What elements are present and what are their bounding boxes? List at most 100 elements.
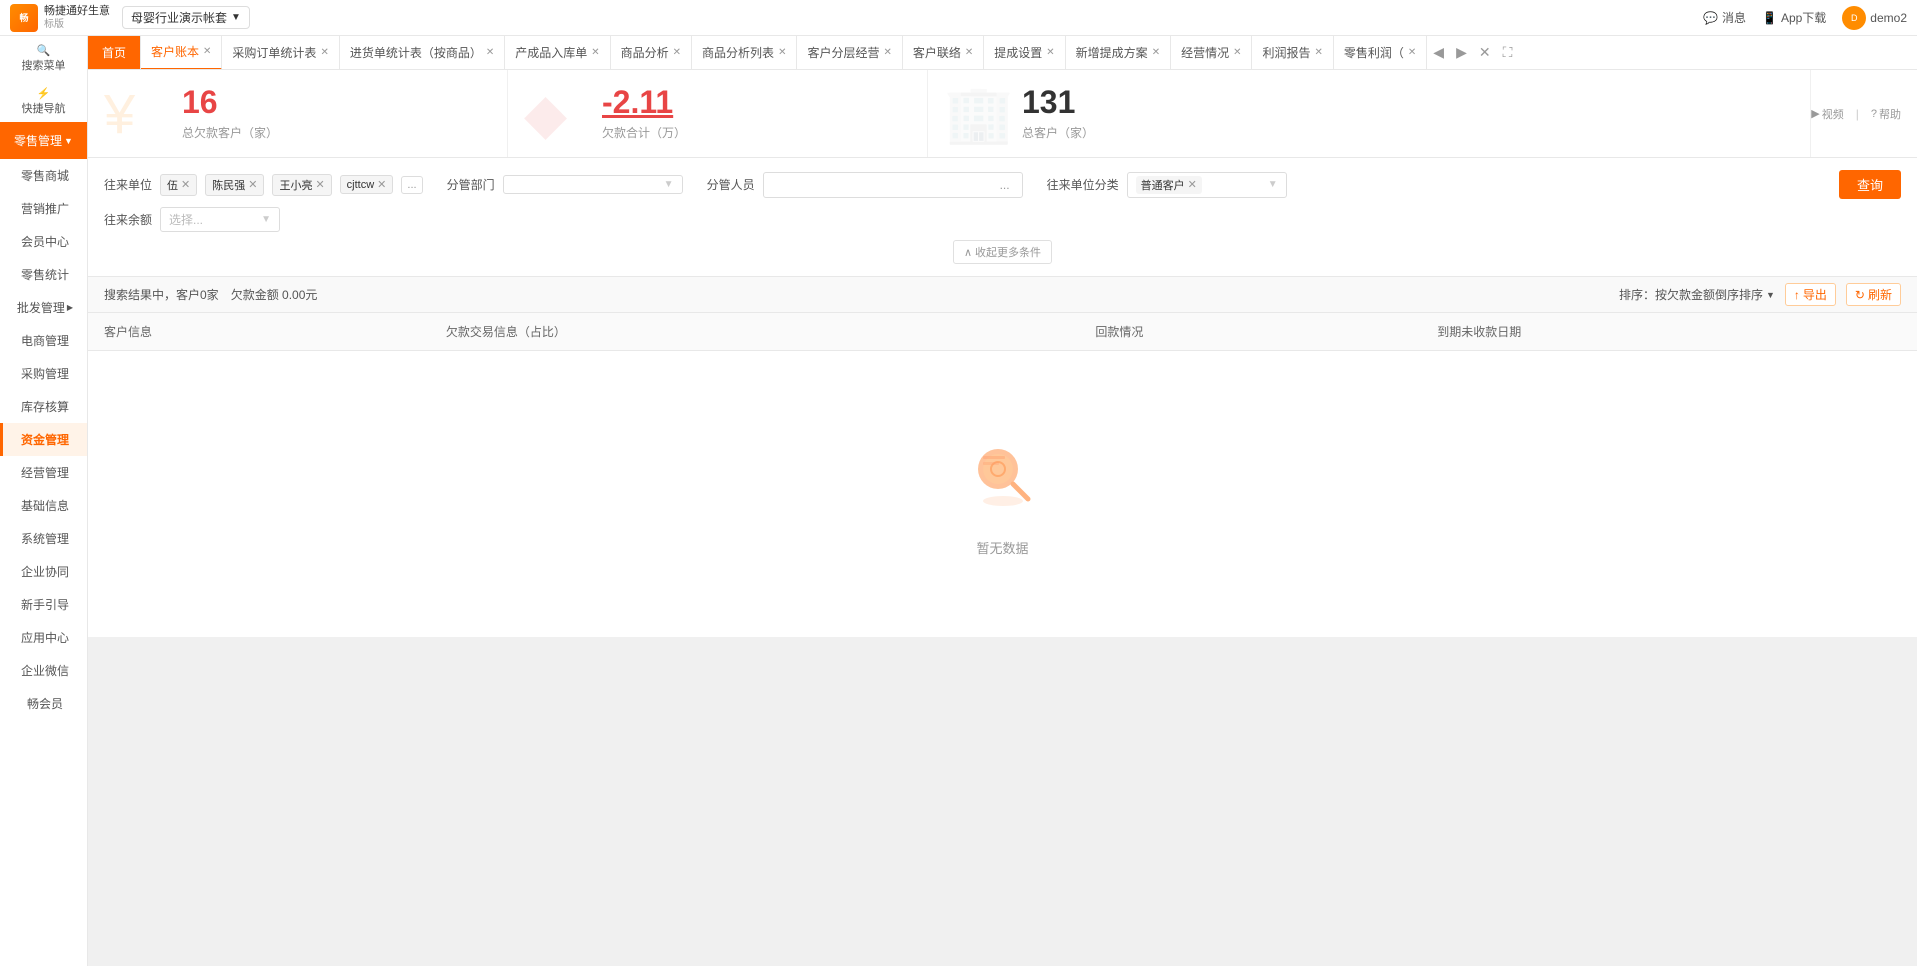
tab-purchase-orders[interactable]: 采购订单统计表 ✕ xyxy=(222,36,339,70)
tab-close-reminder[interactable]: ✕ xyxy=(1046,47,1054,58)
sidebar-item-ecommerce[interactable]: 电商管理 xyxy=(0,324,87,357)
tab-close-retail-profit[interactable]: ✕ xyxy=(1408,47,1416,58)
sidebar-item-basic-info[interactable]: 基础信息 xyxy=(0,489,87,522)
sidebar-item-capital[interactable]: 资金管理 xyxy=(0,423,87,456)
filter-tag-0: 伍 ✕ xyxy=(160,174,197,196)
top-bar: 畅 畅捷通好生意 标版 母婴行业演示帐套 ▼ 💬 消息 📱 App下载 D xyxy=(0,0,1917,36)
sidebar-item-retail-mall[interactable]: 零售商城 xyxy=(0,159,87,192)
amount-selector[interactable]: 选择... ▼ xyxy=(160,207,280,232)
tab-close-cost[interactable]: ✕ xyxy=(591,47,599,58)
empty-text: 暂无数据 xyxy=(976,538,1028,557)
tab-prev-btn[interactable]: ◀ xyxy=(1427,44,1450,61)
tab-close-product-analysis-list[interactable]: ✕ xyxy=(778,47,786,58)
message-btn[interactable]: 💬 消息 xyxy=(1703,9,1746,26)
dept-label: 分管部门 xyxy=(447,176,495,193)
tab-maximize-btn[interactable]: ⛶ xyxy=(1497,44,1519,61)
filter-area: 往来单位 伍 ✕ 陈民强 ✕ 王小亮 ✕ xyxy=(88,158,1917,277)
sidebar-quick-nav[interactable]: ⚡ 快捷导航 xyxy=(0,81,87,122)
video-btn[interactable]: ▶ 视频 xyxy=(1811,106,1843,122)
person-dots[interactable]: ... xyxy=(996,176,1014,194)
sidebar-section-retail: 零售管理 ▼ xyxy=(0,122,87,159)
tab-close-customers[interactable]: ✕ xyxy=(203,46,211,57)
table-header-row: 客户信息 欠款交易信息（占比） 回款情况 到期未收款日期 xyxy=(88,313,1917,351)
unit-class-selector[interactable]: 普通客户 ✕ ▼ xyxy=(1127,172,1287,198)
sidebar-item-wholesale-mgmt[interactable]: 批发管理 ▶ xyxy=(0,291,87,324)
chevron-icon: ▼ xyxy=(64,136,73,146)
no-data-svg xyxy=(963,431,1043,511)
tab-close-business[interactable]: ✕ xyxy=(1233,47,1241,58)
tab-next-btn[interactable]: ▶ xyxy=(1450,44,1473,61)
unit-class-tag: 普通客户 ✕ xyxy=(1136,176,1202,194)
sidebar-search[interactable]: 🔍 搜索菜单 xyxy=(0,36,87,81)
filter-tag-1: 陈民强 ✕ xyxy=(205,174,264,196)
refresh-btn[interactable]: ↻ 刷新 xyxy=(1846,283,1901,306)
tab-cost-inbound[interactable]: 产成品入库单 ✕ xyxy=(505,36,610,70)
tab-close-product-analysis[interactable]: ✕ xyxy=(673,47,681,58)
remove-tag-0[interactable]: ✕ xyxy=(181,178,190,191)
sidebar-item-vip-member[interactable]: 畅会员 xyxy=(0,687,87,720)
person-label: 分管人员 xyxy=(707,176,755,193)
tab-retail-profit[interactable]: 零售利润（ ✕ xyxy=(1334,36,1427,70)
col-debt-info: 欠款交易信息（占比） xyxy=(430,313,1080,351)
sidebar-item-enterprise-coop[interactable]: 企业协同 xyxy=(0,555,87,588)
tab-customer-segment[interactable]: 客户分层经营 ✕ xyxy=(797,36,902,70)
app-download-btn[interactable]: 📱 App下载 xyxy=(1762,9,1826,26)
sidebar-item-app-center[interactable]: 应用中心 xyxy=(0,621,87,654)
tab-bar: 首页 客户账本 ✕ 采购订单统计表 ✕ 进货单统计表（按商品） ✕ 产成品入库单… xyxy=(88,36,1917,70)
sidebar-item-member-center[interactable]: 会员中心 xyxy=(0,225,87,258)
sidebar-item-purchase[interactable]: 采购管理 xyxy=(0,357,87,390)
tab-close-inbound[interactable]: ✕ xyxy=(486,47,494,58)
tab-close-all-btn[interactable]: ✕ xyxy=(1473,44,1497,61)
tab-close-new-plan[interactable]: ✕ xyxy=(1152,47,1160,58)
sidebar-item-inventory[interactable]: 库存核算 xyxy=(0,390,87,423)
sidebar-item-marketing[interactable]: 营销推广 xyxy=(0,192,87,225)
sort-chevron-icon: ▼ xyxy=(1766,290,1775,300)
tab-home[interactable]: 首页 xyxy=(88,36,141,70)
play-icon: ▶ xyxy=(1811,107,1819,120)
export-btn[interactable]: ↑ 导出 xyxy=(1785,283,1836,306)
refresh-icon: ↻ xyxy=(1855,288,1865,302)
collapse-btn[interactable]: ∧ 收起更多条件 xyxy=(953,240,1052,264)
tab-product-analysis[interactable]: 商品分析 ✕ xyxy=(611,36,692,70)
person-input[interactable]: ... xyxy=(763,172,1023,198)
tab-business-status[interactable]: 经营情况 ✕ xyxy=(1171,36,1252,70)
remove-tag-2[interactable]: ✕ xyxy=(315,178,324,191)
dept-selector[interactable]: ▼ xyxy=(503,175,683,194)
filter-more-tags[interactable]: ... xyxy=(401,176,422,194)
logo-text: 畅捷通好生意 标版 xyxy=(44,4,110,31)
help-btn[interactable]: ? 帮助 xyxy=(1871,106,1901,122)
page-content: ¥ 16 总欠款客户（家） ◆ -2.11 欠款合计（万） xyxy=(88,70,1917,966)
help-icon: ? xyxy=(1871,108,1877,120)
query-button[interactable]: 查询 xyxy=(1839,170,1901,199)
tab-profit-report[interactable]: 利润报告 ✕ xyxy=(1252,36,1333,70)
user-profile[interactable]: D demo2 xyxy=(1842,6,1907,30)
sort-selector[interactable]: 排序：按欠款金额倒序排序 ▼ xyxy=(1619,286,1775,303)
tab-close-customer-segment[interactable]: ✕ xyxy=(883,47,891,58)
tab-customer-contact[interactable]: 客户联络 ✕ xyxy=(903,36,984,70)
tab-close-purchase-orders[interactable]: ✕ xyxy=(320,47,328,58)
sidebar-item-operations[interactable]: 经营管理 xyxy=(0,456,87,489)
tab-customers[interactable]: 客户账本 ✕ xyxy=(141,36,222,70)
stat-card-debt-total: ◆ -2.11 欠款合计（万） xyxy=(508,70,928,157)
tab-reminder-settings[interactable]: 提成设置 ✕ xyxy=(984,36,1065,70)
sidebar-item-new-guide[interactable]: 新手引导 xyxy=(0,588,87,621)
tab-close-profit[interactable]: ✕ xyxy=(1315,47,1323,58)
remove-tag-1[interactable]: ✕ xyxy=(248,178,257,191)
tab-product-analysis-list[interactable]: 商品分析列表 ✕ xyxy=(692,36,797,70)
remove-unit-class[interactable]: ✕ xyxy=(1188,178,1197,191)
tab-close-customer-contact[interactable]: ✕ xyxy=(965,47,973,58)
sidebar: 🔍 搜索菜单 ⚡ 快捷导航 零售管理 ▼ 零售商城 营销推广 会员中心 零售统计 xyxy=(0,36,88,966)
export-icon: ↑ xyxy=(1794,288,1800,302)
account-selector[interactable]: 母婴行业演示帐套 ▼ xyxy=(122,6,250,29)
stat-card-total-customers: ¥ 16 总欠款客户（家） xyxy=(88,70,508,157)
tab-inbound-stats[interactable]: 进货单统计表（按商品） ✕ xyxy=(340,36,505,70)
tab-new-plan[interactable]: 新增提成方案 ✕ xyxy=(1066,36,1171,70)
col-repayment: 回款情况 xyxy=(1079,313,1421,351)
amount-chevron-icon: ▼ xyxy=(261,214,271,225)
remove-tag-3[interactable]: ✕ xyxy=(377,178,386,191)
sidebar-item-retail-stats[interactable]: 零售统计 xyxy=(0,258,87,291)
sidebar-item-system[interactable]: 系统管理 xyxy=(0,522,87,555)
search-result-text: 搜索结果中，客户0家 xyxy=(104,286,219,303)
result-actions: 排序：按欠款金额倒序排序 ▼ ↑ 导出 ↻ 刷新 xyxy=(1619,283,1901,306)
sidebar-item-enterprise-wechat[interactable]: 企业微信 xyxy=(0,654,87,687)
